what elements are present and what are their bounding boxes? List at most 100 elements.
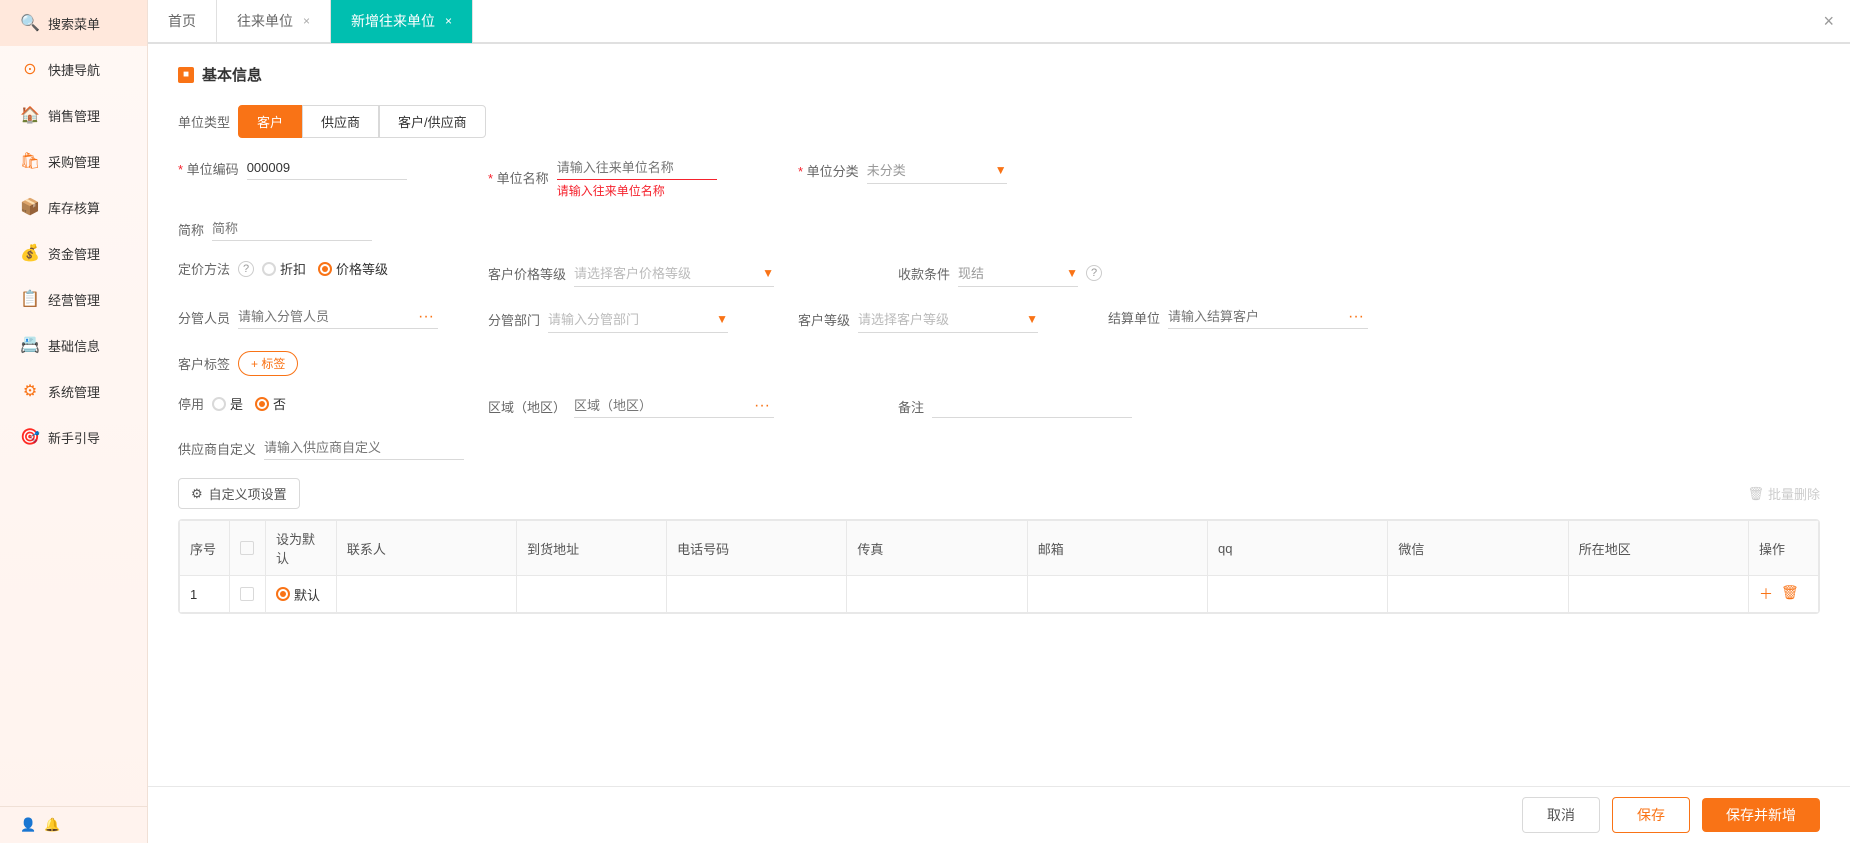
sound-icon: 🔔: [44, 817, 60, 833]
manager-more-icon[interactable]: ···: [414, 308, 438, 326]
unit-type-both-btn[interactable]: 客户/供应商: [379, 105, 486, 138]
tab-new-partner[interactable]: 新增往来单位 ×: [331, 0, 473, 43]
row-checkbox[interactable]: [240, 587, 254, 601]
table-wrapper: ⚙ 自定义项设置 🗑 批量删除 序号 设: [178, 478, 1820, 614]
disabled-yes-option[interactable]: 是: [212, 394, 243, 413]
customer-level-select[interactable]: 请选择客户等级 ▼: [858, 305, 1038, 333]
remarks-field: 备注: [898, 394, 1178, 418]
sidebar-item-search[interactable]: 🔍 搜索菜单: [0, 0, 147, 46]
sidebar-item-sales[interactable]: 🏠 销售管理: [0, 92, 147, 138]
remarks-input[interactable]: [932, 394, 1132, 418]
qq-input[interactable]: [1218, 587, 1377, 602]
pricing-price-level-option[interactable]: 价格等级: [318, 259, 388, 278]
contact-input[interactable]: [347, 587, 506, 602]
manager-input[interactable]: [238, 305, 414, 328]
sidebar-item-purchase[interactable]: 🛍 采购管理: [0, 138, 147, 184]
batch-delete-btn[interactable]: 🗑 批量删除: [1747, 484, 1820, 503]
save-add-button[interactable]: 保存并新增: [1702, 798, 1820, 832]
sidebar-item-basic-info[interactable]: 📇 基础信息: [0, 322, 147, 368]
supplier-custom-input[interactable]: [264, 436, 464, 460]
manager-field: 分管人员 ···: [178, 305, 458, 329]
sidebar-item-operations[interactable]: 📋 经营管理: [0, 276, 147, 322]
add-tag-button[interactable]: + 标签: [238, 351, 298, 376]
unit-name-input[interactable]: [557, 156, 717, 180]
settlement-unit-wrapper: ···: [1168, 305, 1368, 329]
phone-input[interactable]: [677, 587, 836, 602]
unit-category-select[interactable]: 未分类 ▼: [867, 156, 1007, 184]
tabs-bar: 首页 往来单位 × 新增往来单位 × ×: [148, 0, 1850, 44]
unit-code-input[interactable]: [247, 156, 407, 180]
unit-category-field: 单位分类 未分类 ▼: [798, 156, 1078, 184]
cell-wechat[interactable]: [1388, 576, 1568, 613]
unit-code-field: 单位编码: [178, 156, 458, 180]
department-label: 分管部门: [488, 310, 540, 329]
tab-home[interactable]: 首页: [148, 0, 217, 43]
cell-fax[interactable]: [847, 576, 1027, 613]
cell-address[interactable]: [517, 576, 667, 613]
custom-settings-btn[interactable]: ⚙ 自定义项设置: [178, 478, 300, 509]
th-contact: 联系人: [336, 521, 516, 576]
sidebar-item-inventory[interactable]: 📦 库存核算: [0, 184, 147, 230]
cell-region[interactable]: [1568, 576, 1748, 613]
sidebar-item-finance[interactable]: 💰 资金管理: [0, 230, 147, 276]
sidebar-bottom[interactable]: 👤 🔔: [0, 806, 147, 843]
code-name-row: 单位编码 单位名称 请输入往来单位名称 单位分类 未分类 ▼: [178, 156, 1820, 199]
unit-type-row: 单位类型 客户 供应商 客户/供应商: [178, 105, 1820, 138]
sidebar-item-new-guide[interactable]: 🎯 新手引导: [0, 414, 147, 460]
th-region: 所在地区: [1568, 521, 1748, 576]
pricing-help-icon[interactable]: ?: [238, 261, 254, 277]
region-input[interactable]: [574, 394, 750, 417]
manager-row: 分管人员 ··· 分管部门 请输入分管部门 ▼ 客户等级 请选择客户等级 ▼: [178, 305, 1820, 333]
payment-terms-select[interactable]: 现结 ▼: [958, 259, 1078, 287]
department-select[interactable]: 请输入分管部门 ▼: [548, 305, 728, 333]
sidebar: 🔍 搜索菜单 ⊙ 快捷导航 🏠 销售管理 🛍 采购管理 📦 库存核算 💰 资金管…: [0, 0, 148, 843]
unit-name-label: 单位名称: [488, 168, 549, 187]
unit-name-field: 单位名称 请输入往来单位名称: [488, 156, 768, 199]
sales-icon: 🏠: [20, 105, 40, 125]
unit-category-label: 单位分类: [798, 161, 859, 180]
region-col-input[interactable]: [1579, 587, 1738, 602]
pricing-row: 定价方法 ? 折扣 价格等级 客户价格等级 请选择客户价格等级: [178, 259, 1820, 287]
cell-phone[interactable]: [667, 576, 847, 613]
address-input[interactable]: [527, 587, 656, 602]
close-new-partner-tab[interactable]: ×: [445, 14, 452, 28]
sidebar-item-system[interactable]: ⚙ 系统管理: [0, 368, 147, 414]
delete-row-icon[interactable]: 🗑: [1781, 584, 1799, 604]
customer-level-label: 客户等级: [798, 310, 850, 329]
payment-terms-help-icon[interactable]: ?: [1086, 265, 1102, 281]
customer-level-arrow: ▼: [1026, 312, 1038, 326]
save-button[interactable]: 保存: [1612, 797, 1690, 833]
settlement-unit-field: 结算单位 ···: [1108, 305, 1388, 329]
cell-email[interactable]: [1027, 576, 1207, 613]
unit-category-arrow: ▼: [995, 163, 1007, 177]
region-more-icon[interactable]: ···: [750, 397, 774, 415]
close-partner-tab[interactable]: ×: [303, 14, 310, 28]
cell-qq[interactable]: [1207, 576, 1387, 613]
unit-type-supplier-btn[interactable]: 供应商: [302, 105, 379, 138]
pricing-discount-option[interactable]: 折扣: [262, 259, 306, 278]
disabled-yes-radio: [212, 397, 226, 411]
unit-type-customer-btn[interactable]: 客户: [238, 105, 302, 138]
pricing-method-label: 定价方法: [178, 259, 230, 278]
cancel-button[interactable]: 取消: [1522, 797, 1600, 833]
add-row-icon[interactable]: ＋: [1759, 584, 1773, 604]
customer-price-level-select[interactable]: 请选择客户价格等级 ▼: [574, 259, 774, 287]
abbreviation-input[interactable]: [212, 217, 372, 241]
tab-partner[interactable]: 往来单位 ×: [217, 0, 331, 43]
fax-input[interactable]: [857, 587, 1016, 602]
sidebar-item-quick-nav[interactable]: ⊙ 快捷导航: [0, 46, 147, 92]
select-all-checkbox[interactable]: [240, 541, 254, 555]
disabled-no-radio: [255, 397, 269, 411]
disabled-no-option[interactable]: 否: [255, 394, 286, 413]
pricing-price-level-radio: [318, 262, 332, 276]
email-input[interactable]: [1038, 587, 1197, 602]
cell-contact[interactable]: [336, 576, 516, 613]
unit-name-error: 请输入往来单位名称: [557, 182, 717, 199]
row-default-radio-item[interactable]: 默认: [276, 585, 326, 604]
settlement-unit-input[interactable]: [1168, 305, 1344, 328]
wechat-input[interactable]: [1398, 587, 1557, 602]
department-arrow: ▼: [716, 312, 728, 326]
settlement-unit-more-icon[interactable]: ···: [1344, 308, 1368, 326]
close-all-tabs[interactable]: ×: [1807, 11, 1850, 32]
th-seq: 序号: [180, 521, 230, 576]
